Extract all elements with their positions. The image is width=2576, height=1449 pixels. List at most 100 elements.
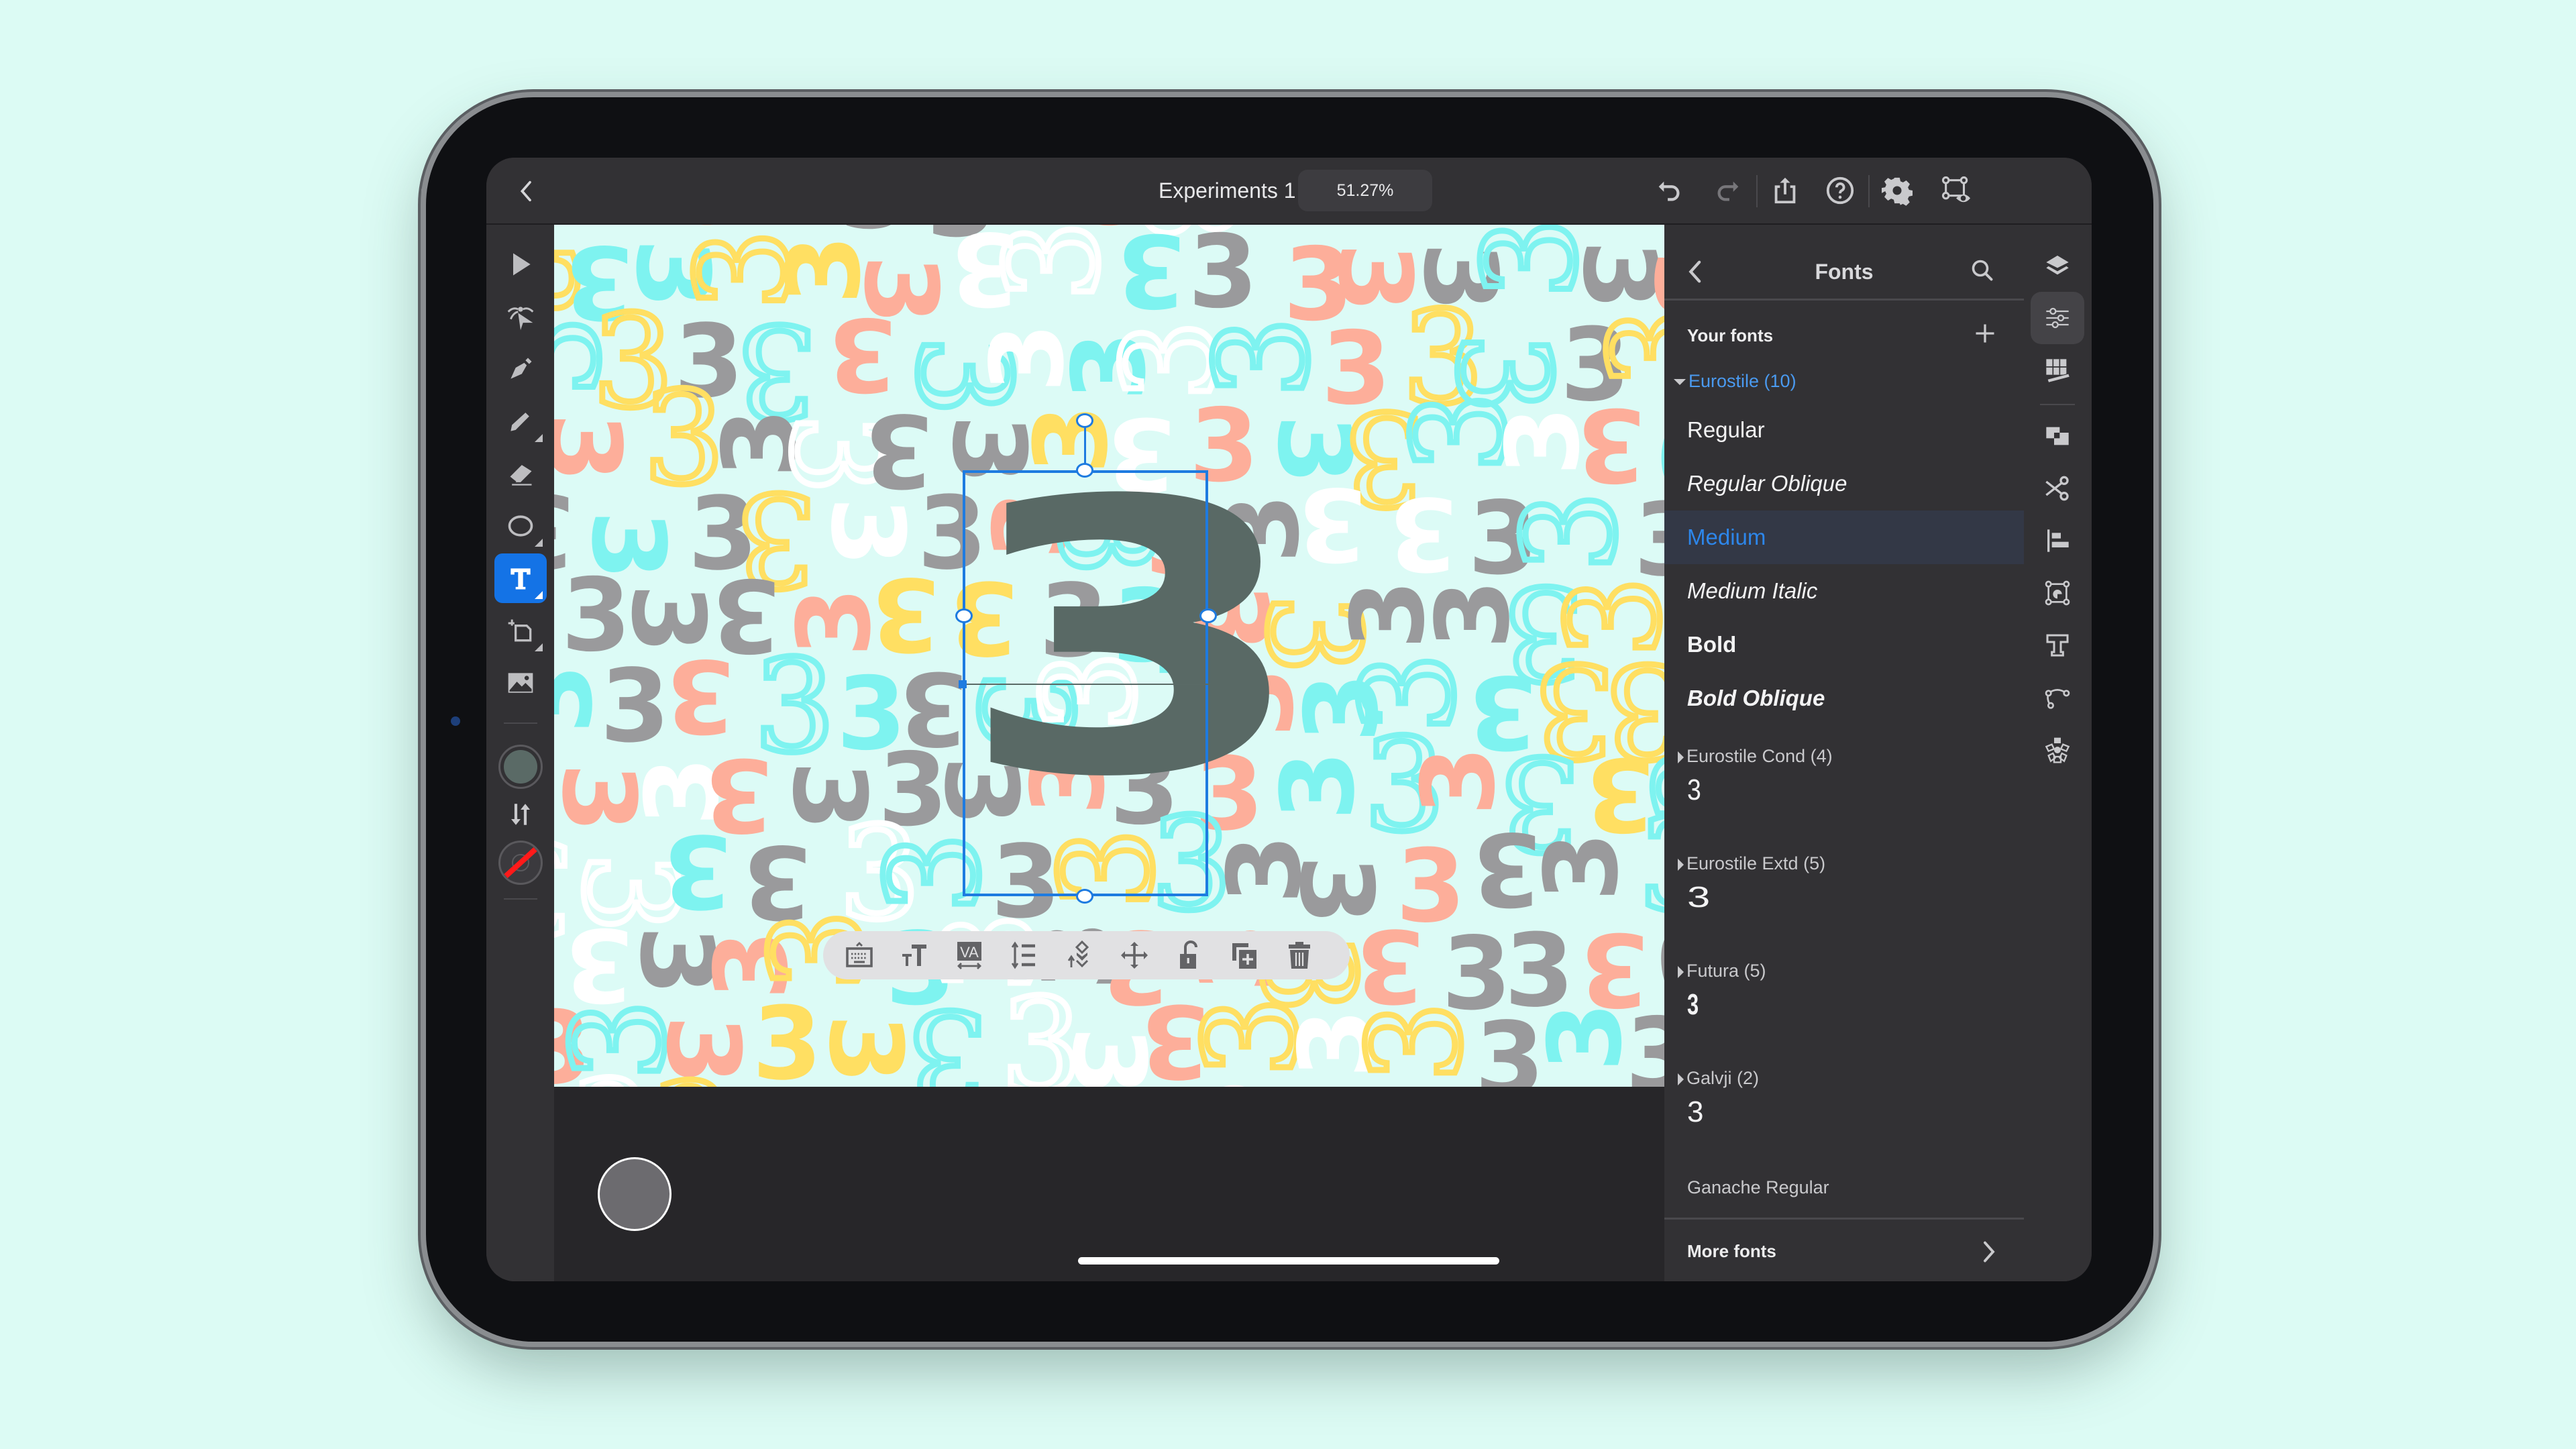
caret-right-icon xyxy=(1678,965,1684,978)
caret-right-icon xyxy=(1678,751,1684,763)
artboard-icon xyxy=(508,619,532,642)
rail-transform[interactable] xyxy=(2031,567,2084,619)
tool-type[interactable] xyxy=(494,553,547,603)
font-family-galvji[interactable]: Galvji (2) xyxy=(1664,1068,2037,1089)
rail-pathfinder[interactable] xyxy=(2031,410,2084,462)
document-title[interactable]: Experiments 1 xyxy=(1159,178,1296,203)
move-icon[interactable] xyxy=(1118,939,1150,971)
tool-pen[interactable] xyxy=(494,344,547,394)
rail-properties[interactable] xyxy=(2031,292,2084,344)
tool-place-image[interactable] xyxy=(494,658,547,708)
submenu-indicator xyxy=(535,434,543,442)
font-style-regular[interactable]: Regular xyxy=(1664,403,2024,457)
font-family-eurostile[interactable]: Eurostile (10) xyxy=(1664,371,2033,392)
font-preview[interactable]: 3 xyxy=(1687,988,1699,1022)
home-indicator[interactable] xyxy=(1078,1257,1499,1265)
caret-right-icon xyxy=(1678,858,1684,871)
top-bar: Experiments 1 51.27% xyxy=(486,158,2092,225)
trash-icon[interactable] xyxy=(1283,939,1316,971)
tool-artboard[interactable] xyxy=(494,606,547,655)
tool-direct-selection[interactable] xyxy=(494,292,547,341)
search-icon[interactable] xyxy=(1970,258,1994,282)
baseline-handle[interactable] xyxy=(959,680,967,688)
rail-repeat[interactable] xyxy=(2031,724,2084,776)
more-fonts-label: More fonts xyxy=(1687,1241,1776,1261)
pattern-glyph: 3 xyxy=(663,812,733,928)
path-preview-icon[interactable] xyxy=(1941,175,1972,206)
keyboard-icon[interactable] xyxy=(843,939,875,971)
rotate-handle[interactable] xyxy=(1076,413,1093,428)
resize-handle-left[interactable] xyxy=(955,608,973,623)
transform-icon xyxy=(2045,580,2070,606)
submenu-indicator xyxy=(535,539,543,547)
line-spacing-icon[interactable] xyxy=(1008,939,1040,971)
rail-path[interactable] xyxy=(2031,672,2084,724)
rail-layers[interactable] xyxy=(2031,239,2084,292)
font-family-eurostile-cond[interactable]: Eurostile Cond (4) xyxy=(1664,746,2037,767)
tool-pencil[interactable] xyxy=(494,396,547,446)
font-preview[interactable]: 3 xyxy=(1687,881,1710,914)
pattern-glyph: 3 xyxy=(806,1014,923,1083)
font-style-bold[interactable]: Bold xyxy=(1664,618,2024,672)
font-family-ganache[interactable]: Ganache Regular xyxy=(1664,1177,2047,1198)
radial-repeat-icon xyxy=(2045,737,2070,763)
pattern-glyph: 3 xyxy=(1297,465,1367,582)
more-fonts-button[interactable]: More fonts xyxy=(1664,1218,2024,1281)
add-font-icon[interactable] xyxy=(1973,321,1997,345)
gear-icon[interactable] xyxy=(1882,175,1913,206)
font-style-medium[interactable]: Medium xyxy=(1664,511,2024,564)
touch-shortcut-button[interactable] xyxy=(598,1157,672,1231)
pattern-glyph: 3 xyxy=(1514,1073,1584,1087)
redo-icon[interactable] xyxy=(1713,175,1743,206)
caret-right-icon xyxy=(1678,1073,1684,1085)
font-family-label: Eurostile Extd (5) xyxy=(1686,853,1826,873)
share-icon[interactable] xyxy=(1770,175,1801,206)
fill-color-swatch[interactable] xyxy=(498,745,543,789)
divider xyxy=(2040,404,2075,405)
pattern-glyph: 3 xyxy=(1188,225,1258,331)
swap-colors-icon[interactable] xyxy=(506,800,535,828)
caret-down-icon xyxy=(1674,379,1686,386)
font-family-eurostile-extd[interactable]: Eurostile Extd (5) xyxy=(1664,853,2037,874)
tool-shape[interactable] xyxy=(494,501,547,551)
pattern-glyph: 3 xyxy=(798,1075,868,1087)
stroke-color-swatch[interactable] xyxy=(498,841,543,885)
image-icon xyxy=(508,673,533,693)
pattern-glyph: 3 xyxy=(1596,225,1664,229)
help-icon[interactable] xyxy=(1825,175,1856,206)
chevron-left-icon[interactable] xyxy=(513,178,540,205)
arrow-select-icon xyxy=(513,253,531,276)
pattern-glyph: 3 xyxy=(979,225,1127,301)
zoom-level[interactable]: 51.27% xyxy=(1298,170,1432,211)
resize-handle-top[interactable] xyxy=(1076,463,1093,478)
tool-eraser[interactable] xyxy=(494,449,547,498)
undo-icon[interactable] xyxy=(1654,175,1684,206)
kerning-icon[interactable]: VA xyxy=(953,939,985,971)
no-stroke-icon xyxy=(504,847,537,878)
pattern-glyph: 3 xyxy=(1524,831,1641,901)
font-preview[interactable]: 3 xyxy=(1687,773,1701,807)
pattern-glyph: 3 xyxy=(1600,1072,1664,1087)
pasteboard xyxy=(554,1087,1664,1281)
font-style-bold-oblique[interactable]: Bold Oblique xyxy=(1664,672,2024,725)
ellipse-icon xyxy=(508,515,533,537)
unlock-icon[interactable] xyxy=(1173,939,1205,971)
resize-handle-right[interactable] xyxy=(1199,608,1217,623)
font-style-regular-oblique[interactable]: Regular Oblique xyxy=(1664,457,2024,511)
your-fonts-label: Your fonts xyxy=(1687,325,1774,345)
font-family-label: Futura (5) xyxy=(1686,961,1766,981)
resize-handle-bottom[interactable] xyxy=(1076,889,1093,904)
rail-align[interactable] xyxy=(2031,515,2084,567)
rail-cut[interactable] xyxy=(2031,462,2084,515)
fonts-panel: Fonts Your fonts Eurostile (10) Regular … xyxy=(1664,225,2024,1281)
rail-grid[interactable] xyxy=(2031,344,2084,396)
font-preview[interactable]: 3 xyxy=(1687,1095,1703,1129)
sliders-icon xyxy=(2046,307,2069,329)
arrange-layers-icon[interactable] xyxy=(1063,939,1095,971)
tool-selection[interactable] xyxy=(494,239,547,289)
font-style-medium-italic[interactable]: Medium Italic xyxy=(1664,564,2024,618)
font-family-futura[interactable]: Futura (5) xyxy=(1664,961,2037,981)
duplicate-icon[interactable] xyxy=(1228,939,1260,971)
font-size-icon[interactable] xyxy=(898,939,930,971)
rail-character[interactable] xyxy=(2031,619,2084,672)
